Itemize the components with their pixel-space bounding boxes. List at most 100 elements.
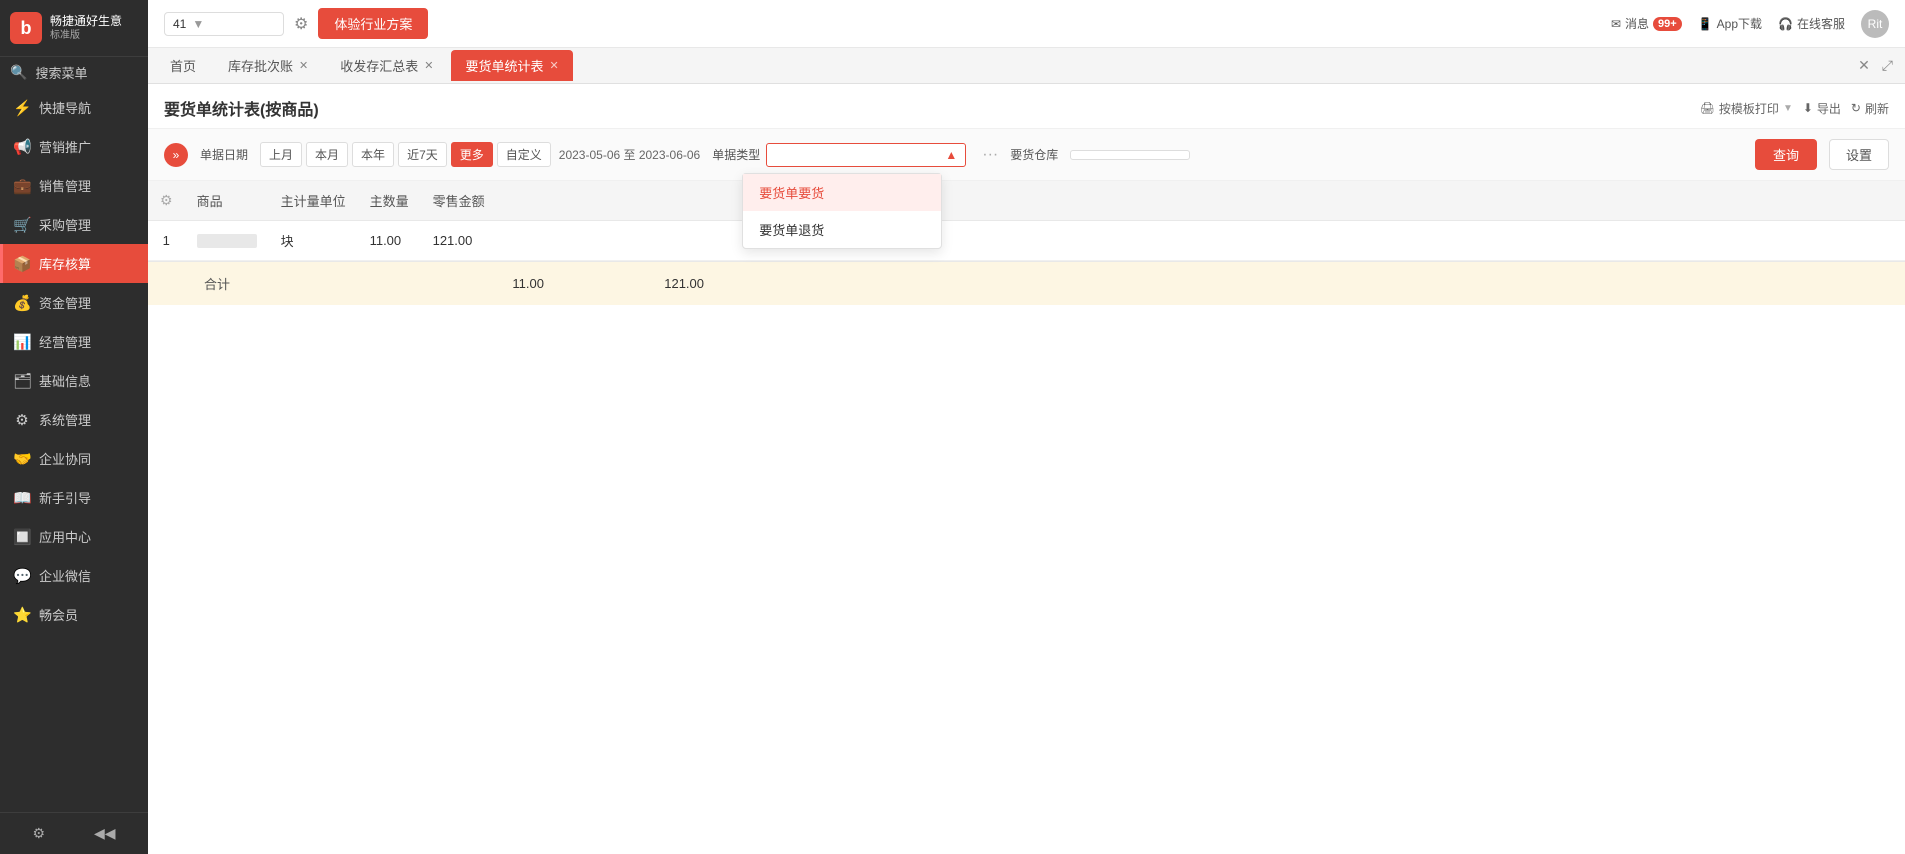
type-filter-label: 单据类型 <box>712 146 760 163</box>
tabbar-controls: ✕ ⤢ <box>1854 55 1897 76</box>
table-row: 1 块 11.00 121.00 <box>148 221 1905 261</box>
query-btn[interactable]: 查询 <box>1755 139 1817 170</box>
sidebar-item-3[interactable]: 🛒采购管理 <box>0 205 148 244</box>
company-select[interactable]: 41 ▼ <box>164 12 284 36</box>
warehouse-filter-label: 要货仓库 <box>1010 146 1058 163</box>
sidebar-item-12[interactable]: 💬企业微信 <box>0 556 148 595</box>
refresh-btn[interactable]: ↻ 刷新 <box>1851 100 1889 117</box>
sidebar-item-2[interactable]: 💼销售管理 <box>0 166 148 205</box>
sidebar-nav: ⚡快捷导航📢营销推广💼销售管理🛒采购管理📦库存核算💰资金管理📊经营管理🗂基础信息… <box>0 88 148 812</box>
sidebar-icon-12: 💬 <box>13 567 31 585</box>
sidebar-item-0[interactable]: ⚡快捷导航 <box>0 88 148 127</box>
filter-bar: » 单据日期 上月 本月 本年 近7天 更多 自定义 2023-05-06 至 … <box>148 129 1905 181</box>
col-product: 商品 <box>185 181 269 221</box>
col-amount: 零售金额 <box>421 181 497 221</box>
sidebar-item-13[interactable]: ⭐畅会员 <box>0 595 148 634</box>
service-icon: 🎧 <box>1778 17 1793 31</box>
sidebar-icon-9: 🤝 <box>13 450 31 468</box>
dropdown-item-1[interactable]: 要货单退货 <box>743 211 941 248</box>
date-range-display: 2023-05-06 至 2023-06-06 <box>559 146 700 163</box>
industry-btn[interactable]: 体验行业方案 <box>318 8 428 39</box>
table-footer: 合计 11.00 121.00 <box>148 261 1905 305</box>
table-gear-icon[interactable]: ⚙ <box>160 192 173 208</box>
sidebar-search[interactable]: 🔍 搜索菜单 <box>0 57 148 88</box>
tab-1[interactable]: 库存批次账✕ <box>214 50 322 81</box>
sidebar-logo: b 畅捷通好生意 标准版 <box>0 0 148 57</box>
topbar-right: ✉ 消息 99+ 📱 App下载 🎧 在线客服 Rit <box>1611 10 1889 38</box>
tab-3[interactable]: 要货单统计表✕ <box>451 50 572 81</box>
tab-close-1[interactable]: ✕ <box>299 59 308 72</box>
user-area[interactable]: Rit <box>1861 10 1889 38</box>
sidebar-item-1[interactable]: 📢营销推广 <box>0 127 148 166</box>
topbar-gear-icon[interactable]: ⚙ <box>294 14 308 34</box>
tab-close-2[interactable]: ✕ <box>424 59 433 72</box>
online-service-btn[interactable]: 🎧 在线客服 <box>1778 15 1845 32</box>
date-this-year[interactable]: 本年 <box>352 142 394 167</box>
date-this-month[interactable]: 本月 <box>306 142 348 167</box>
date-filter-label: 单据日期 <box>200 146 248 163</box>
col-unit: 主计量单位 <box>269 181 358 221</box>
close-tab-btn[interactable]: ✕ <box>1854 55 1874 76</box>
warehouse-select-box[interactable] <box>1070 150 1190 160</box>
sidebar-item-8[interactable]: ⚙系统管理 <box>0 400 148 439</box>
topbar: 41 ▼ ⚙ 体验行业方案 ✉ 消息 99+ 📱 App下载 🎧 在线客服 <box>148 0 1905 48</box>
page-title: 要货单统计表(按商品) <box>164 96 319 120</box>
filter-more-dots[interactable]: ··· <box>982 146 998 164</box>
sidebar-icon-3: 🛒 <box>13 216 31 234</box>
dropdown-item-0[interactable]: 要货单要货 <box>743 174 941 211</box>
filter-expand-btn[interactable]: » <box>164 143 188 167</box>
type-select-box[interactable]: ▲ <box>766 143 966 167</box>
settings-bottom-btn[interactable]: ⚙ <box>28 821 49 846</box>
topbar-left: 41 ▼ ⚙ 体验行业方案 <box>164 8 428 39</box>
tab-close-3[interactable]: ✕ <box>550 59 559 72</box>
sidebar-icon-0: ⚡ <box>13 99 31 117</box>
date-more-btn[interactable]: 更多 <box>451 142 493 167</box>
sidebar-item-7[interactable]: 🗂基础信息 <box>0 361 148 400</box>
message-icon: ✉ <box>1611 17 1621 31</box>
footer-nums: 11.00 121.00 <box>424 276 704 291</box>
maximize-tab-btn[interactable]: ⤢ <box>1878 55 1897 76</box>
sidebar-icon-4: 📦 <box>13 255 31 273</box>
app-logo-icon: b <box>10 12 42 44</box>
sidebar-item-6[interactable]: 📊经营管理 <box>0 322 148 361</box>
total-label: 合计 <box>204 274 404 293</box>
sidebar-icon-1: 📢 <box>13 138 31 156</box>
table-body: 1 块 11.00 121.00 <box>148 221 1905 261</box>
sidebar-item-4[interactable]: 📦库存核算 <box>0 244 148 283</box>
tabbar: 首页库存批次账✕收发存汇总表✕要货单统计表✕ ✕ ⤢ <box>148 48 1905 84</box>
sidebar-icon-6: 📊 <box>13 333 31 351</box>
tab-0[interactable]: 首页 <box>156 50 210 81</box>
message-btn[interactable]: ✉ 消息 99+ <box>1611 15 1682 32</box>
collapse-btn[interactable]: ◀◀ <box>90 821 120 846</box>
app-download-btn[interactable]: 📱 App下载 <box>1698 15 1762 32</box>
sidebar-item-11[interactable]: 🔲应用中心 <box>0 517 148 556</box>
tab-list: 首页库存批次账✕收发存汇总表✕要货单统计表✕ <box>156 50 575 81</box>
print-icon: 🖨 <box>1700 101 1715 115</box>
sidebar-item-10[interactable]: 📖新手引导 <box>0 478 148 517</box>
search-icon: 🔍 <box>10 64 27 81</box>
date-filter-group: 上月 本月 本年 近7天 更多 自定义 2023-05-06 至 2023-06… <box>260 142 700 167</box>
tab-2[interactable]: 收发存汇总表✕ <box>326 50 447 81</box>
sidebar-item-5[interactable]: 💰资金管理 <box>0 283 148 322</box>
print-btn[interactable]: 🖨 按模板打印 ▼ <box>1700 100 1793 117</box>
footer-amount: 121.00 <box>604 276 704 291</box>
export-btn[interactable]: ⬇ 导出 <box>1803 100 1841 117</box>
settings-btn[interactable]: 设置 <box>1829 139 1889 170</box>
sidebar-bottom: ⚙ ◀◀ <box>0 812 148 854</box>
company-select-chevron: ▼ <box>192 17 204 31</box>
sidebar-icon-13: ⭐ <box>13 606 31 624</box>
sidebar-icon-10: 📖 <box>13 489 31 507</box>
sidebar-icon-7: 🗂 <box>13 372 31 390</box>
date-last-7days[interactable]: 近7天 <box>398 142 447 167</box>
type-dropdown: 要货单要货 要货单退货 <box>742 173 942 249</box>
type-select-chevron: ▲ <box>945 148 957 162</box>
message-badge: 99+ <box>1653 17 1682 31</box>
sidebar-icon-2: 💼 <box>13 177 31 195</box>
footer-qty: 11.00 <box>424 276 544 291</box>
main-area: 41 ▼ ⚙ 体验行业方案 ✉ 消息 99+ 📱 App下载 🎧 在线客服 <box>148 0 1905 854</box>
refresh-icon: ↻ <box>1851 101 1861 115</box>
table-header-row: ⚙ 商品 主计量单位 主数量 零售金额 <box>148 181 1905 221</box>
sidebar-item-9[interactable]: 🤝企业协同 <box>0 439 148 478</box>
date-last-month[interactable]: 上月 <box>260 142 302 167</box>
date-custom-btn[interactable]: 自定义 <box>497 142 551 167</box>
